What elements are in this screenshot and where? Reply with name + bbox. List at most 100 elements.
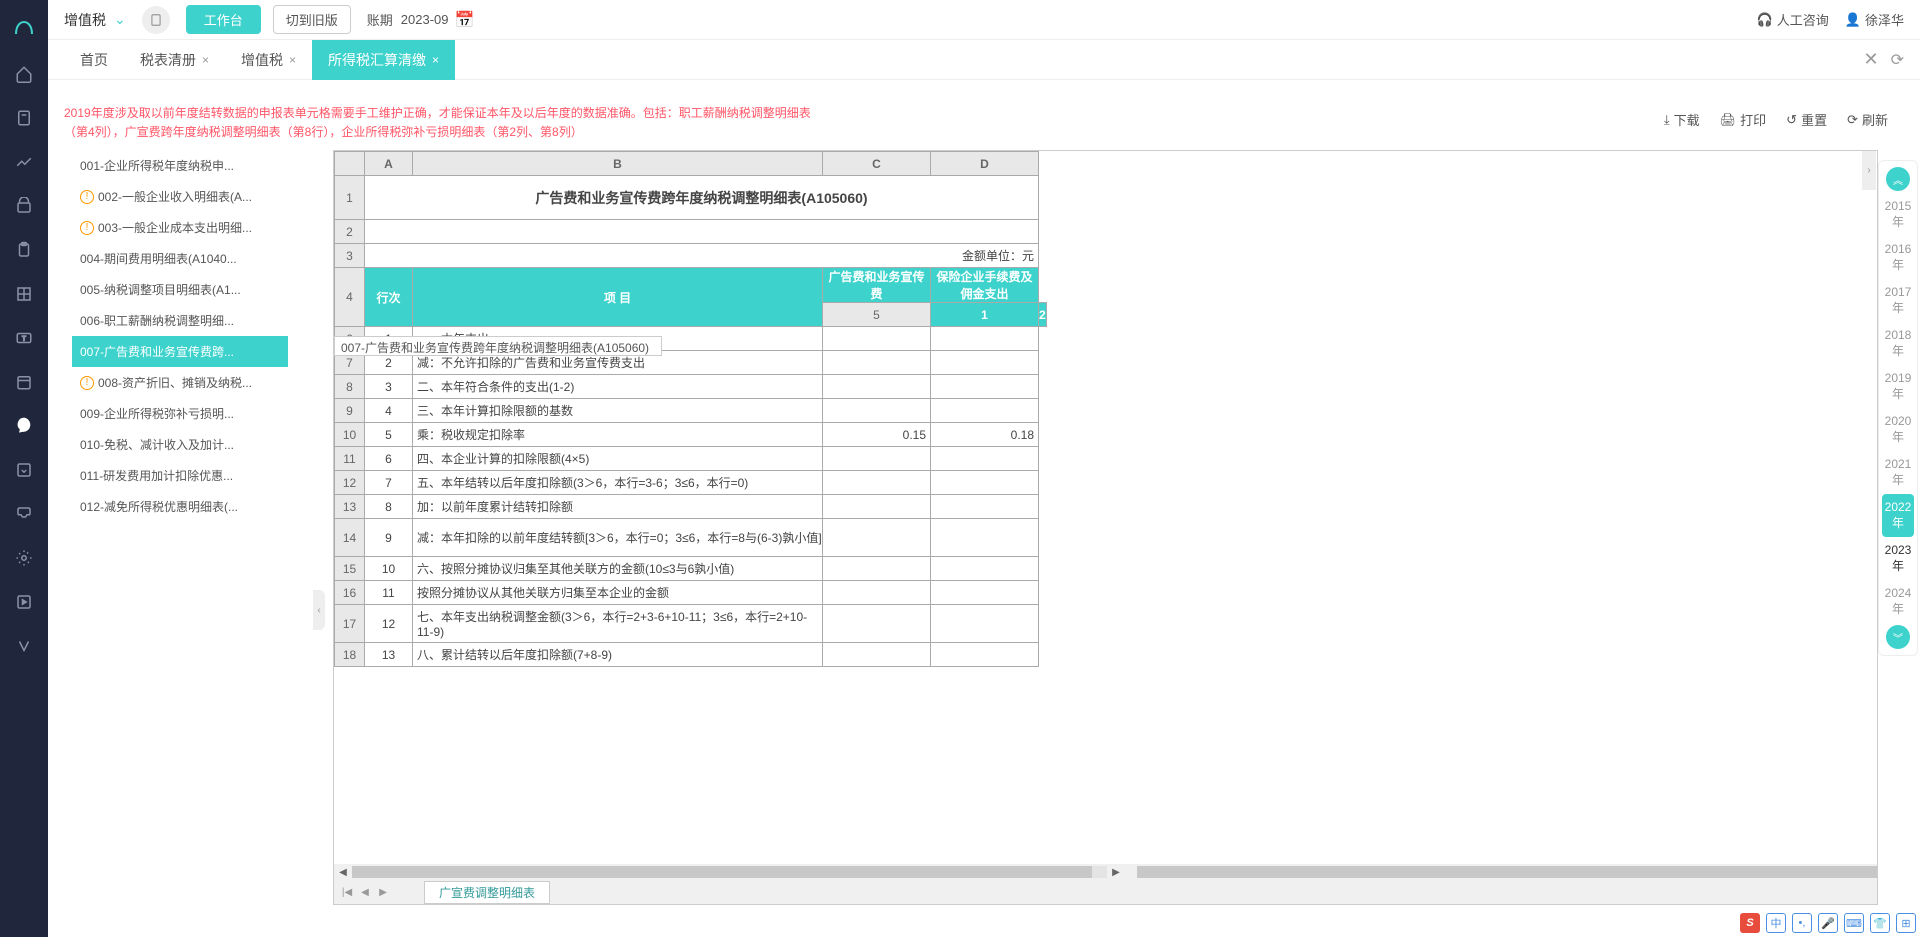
seq-cell[interactable]: 13: [365, 643, 413, 667]
value-cell[interactable]: [823, 581, 931, 605]
seq-cell[interactable]: 5: [365, 423, 413, 447]
value-cell[interactable]: [931, 581, 1039, 605]
year-option[interactable]: 2020年: [1879, 408, 1917, 451]
item-cell[interactable]: 八、累计结转以后年度扣除额(7+8-9): [413, 643, 823, 667]
collapse-sidebar-handle[interactable]: ‹: [313, 590, 325, 630]
scroll-thumb[interactable]: [352, 866, 1092, 878]
row-header[interactable]: 18: [335, 643, 365, 667]
clipboard-icon[interactable]: [14, 240, 34, 260]
year-option[interactable]: 2016年: [1879, 236, 1917, 279]
seq-cell[interactable]: 11: [365, 581, 413, 605]
archive-icon[interactable]: [14, 460, 34, 480]
user-menu[interactable]: 👤徐泽华: [1845, 10, 1904, 29]
seq-cell[interactable]: 3: [365, 375, 413, 399]
ime-toolbox-icon[interactable]: ⊞: [1896, 913, 1916, 933]
value-cell[interactable]: [823, 327, 931, 351]
year-option[interactable]: 2015年: [1879, 193, 1917, 236]
form-list-item[interactable]: 007-广告费和业务宣传费跨...: [72, 336, 288, 367]
seq-cell[interactable]: 6: [365, 447, 413, 471]
col-header-d[interactable]: D: [931, 152, 1039, 176]
form-list-item[interactable]: 001-企业所得税年度纳税申...: [72, 150, 288, 181]
item-cell[interactable]: 三、本年计算扣除限额的基数: [413, 399, 823, 423]
ime-keyboard-icon[interactable]: ⌨: [1844, 913, 1864, 933]
value-cell[interactable]: [931, 605, 1039, 643]
value-cell[interactable]: [823, 351, 931, 375]
bag-icon[interactable]: [14, 196, 34, 216]
ime-lang-icon[interactable]: 中: [1766, 913, 1786, 933]
reset-button[interactable]: ↺重置: [1786, 110, 1827, 129]
value-cell[interactable]: [931, 519, 1039, 557]
row-header[interactable]: 12: [335, 471, 365, 495]
form-list-item[interactable]: !002-一般企业收入明细表(A...: [72, 181, 288, 212]
col-header-a[interactable]: A: [365, 152, 413, 176]
row-header[interactable]: 3: [335, 244, 365, 268]
sheet-bottom-tab[interactable]: 广宣费调整明细表: [424, 881, 550, 904]
tab-首页[interactable]: 首页: [64, 40, 124, 80]
form-list-item[interactable]: 004-期间费用明细表(A1040...: [72, 243, 288, 274]
value-cell[interactable]: [823, 471, 931, 495]
row-header[interactable]: 5: [823, 303, 931, 327]
refresh-tabs-icon[interactable]: ⟳: [1891, 50, 1904, 70]
sheet-nav-first-icon[interactable]: |◀: [338, 887, 356, 898]
seq-cell[interactable]: 7: [365, 471, 413, 495]
col-header-b[interactable]: B: [413, 152, 823, 176]
breadcrumb[interactable]: 增值税 ⌄: [64, 10, 126, 30]
value-cell[interactable]: [823, 605, 931, 643]
seq-cell[interactable]: 8: [365, 495, 413, 519]
round-icon-button[interactable]: [142, 6, 170, 34]
item-cell[interactable]: 五、本年结转以后年度扣除额(3＞6，本行=3-6；3≤6，本行=0): [413, 471, 823, 495]
form-list-item[interactable]: 011-研发费用加计扣除优惠...: [72, 460, 288, 491]
consult-link[interactable]: 🎧人工咨询: [1757, 10, 1829, 29]
scroll-left-icon[interactable]: ◀: [334, 867, 352, 878]
row-header[interactable]: 9: [335, 399, 365, 423]
item-cell[interactable]: 六、按照分摊协议归集至其他关联方的金额(10≤3与6孰小值): [413, 557, 823, 581]
year-option[interactable]: 2021年: [1879, 451, 1917, 494]
value-cell[interactable]: [931, 447, 1039, 471]
form-list-item[interactable]: 005-纳税调整项目明细表(A1...: [72, 274, 288, 305]
year-option[interactable]: 2019年: [1879, 365, 1917, 408]
form-list-item[interactable]: !003-一般企业成本支出明细...: [72, 212, 288, 243]
seq-cell[interactable]: 4: [365, 399, 413, 423]
inbox-icon[interactable]: [14, 504, 34, 524]
value-cell[interactable]: [823, 557, 931, 581]
row-header[interactable]: 13: [335, 495, 365, 519]
year-option[interactable]: 2022年: [1882, 494, 1914, 537]
row-header[interactable]: 17: [335, 605, 365, 643]
value-cell[interactable]: [931, 495, 1039, 519]
formula-bar[interactable]: 007-广告费和业务宣传费跨年度纳税调整明细表(A105060): [334, 336, 662, 356]
value-cell[interactable]: [931, 327, 1039, 351]
item-cell[interactable]: 减：本年扣除的以前年度结转额[3＞6，本行=0；3≤6，本行=8与(6-3)孰小…: [413, 519, 823, 557]
gear-icon[interactable]: [14, 548, 34, 568]
switch-old-button[interactable]: 切到旧版: [273, 5, 351, 34]
value-cell[interactable]: [823, 643, 931, 667]
close-icon[interactable]: ×: [289, 53, 296, 67]
item-cell[interactable]: 按照分摊协议从其他关联方归集至本企业的金额: [413, 581, 823, 605]
value-cell[interactable]: [931, 471, 1039, 495]
chart-icon[interactable]: [14, 152, 34, 172]
form-list-item[interactable]: 006-职工薪酬纳税调整明细...: [72, 305, 288, 336]
value-cell[interactable]: [931, 351, 1039, 375]
value-cell[interactable]: [823, 447, 931, 471]
table-icon[interactable]: [14, 284, 34, 304]
year-option[interactable]: 2017年: [1879, 279, 1917, 322]
tax-icon[interactable]: [14, 416, 34, 436]
sheet-nav-prev-icon[interactable]: ◀: [356, 887, 374, 898]
value-cell[interactable]: [931, 557, 1039, 581]
col-header-c[interactable]: C: [823, 152, 931, 176]
ime-punct-icon[interactable]: •,: [1792, 913, 1812, 933]
period-value[interactable]: 2023-09: [401, 12, 449, 27]
tab-税表清册[interactable]: 税表清册×: [124, 40, 225, 80]
scroll-right-icon[interactable]: ▶: [1107, 867, 1125, 878]
refresh-button[interactable]: ⟳刷新: [1847, 110, 1888, 129]
item-cell[interactable]: 七、本年支出纳税调整金额(3＞6，本行=2+3-6+10-11；3≤6，本行=2…: [413, 605, 823, 643]
row-header[interactable]: 15: [335, 557, 365, 581]
value-cell[interactable]: [823, 399, 931, 423]
workspace-button[interactable]: 工作台: [186, 5, 261, 34]
value-cell[interactable]: [931, 375, 1039, 399]
doc-icon[interactable]: [14, 108, 34, 128]
year-option[interactable]: 2024年: [1879, 580, 1917, 623]
tab-所得税汇算清缴[interactable]: 所得税汇算清缴×: [312, 40, 455, 80]
form-list-item[interactable]: !008-资产折旧、摊销及纳税...: [72, 367, 288, 398]
year-down-icon[interactable]: ︾: [1886, 625, 1910, 649]
row-header[interactable]: 8: [335, 375, 365, 399]
